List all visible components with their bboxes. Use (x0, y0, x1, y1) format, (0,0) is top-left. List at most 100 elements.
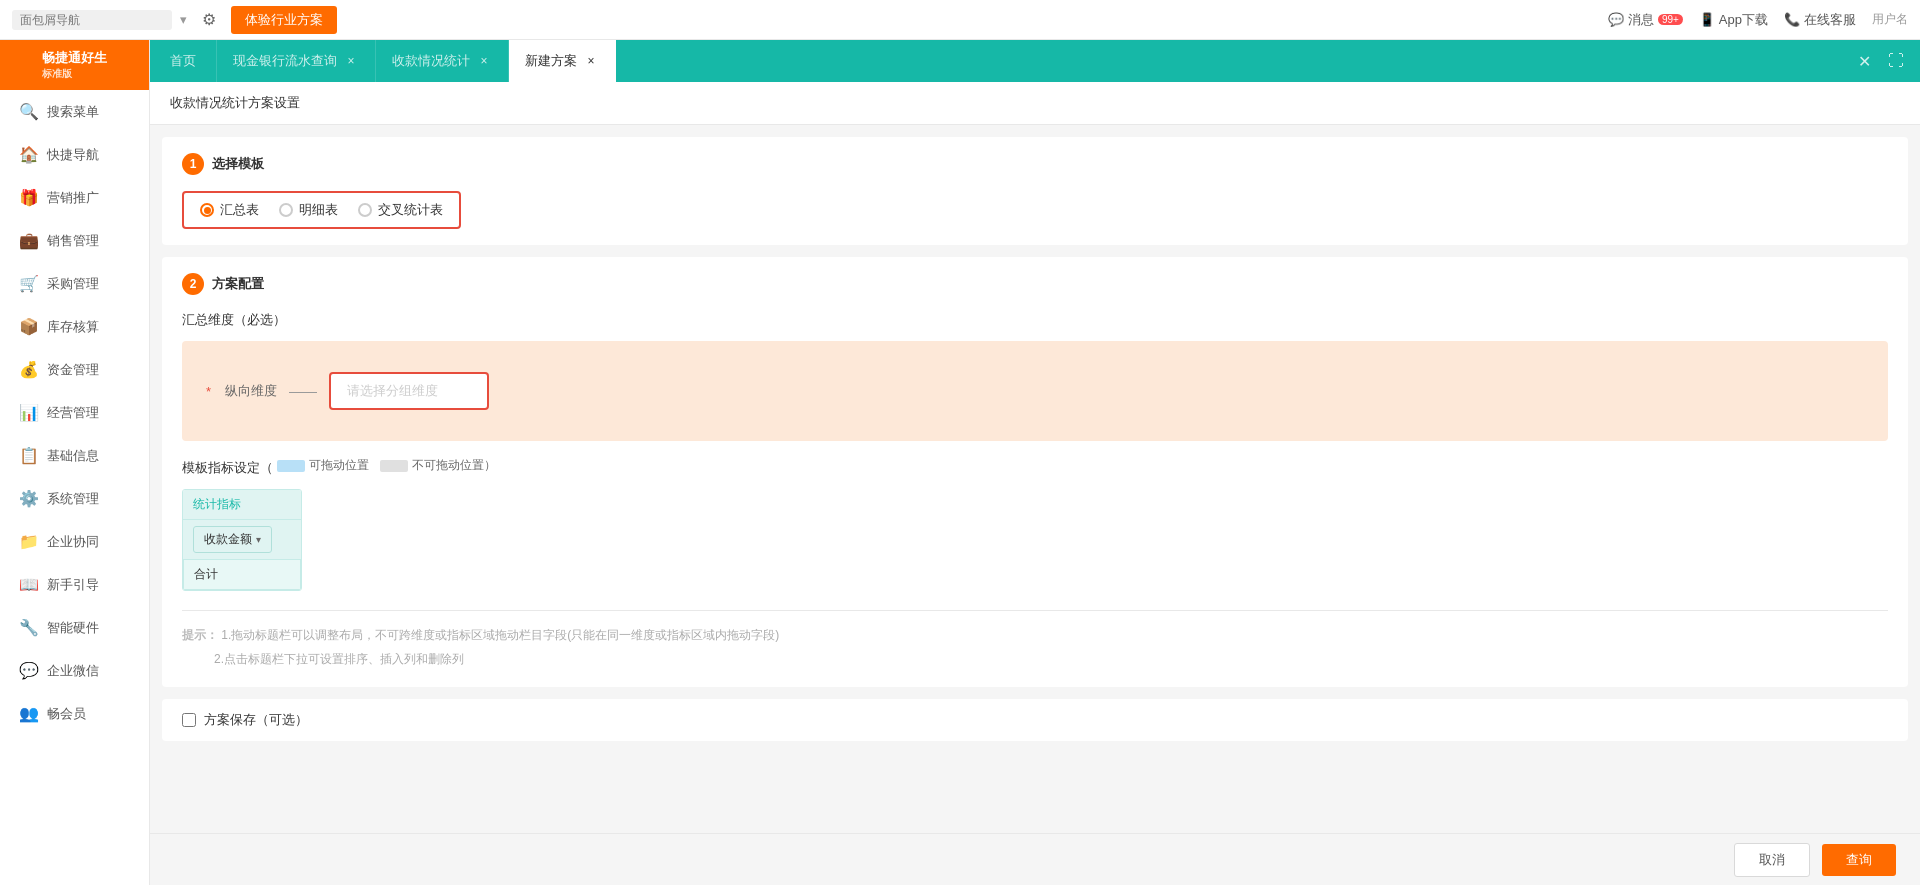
stat-title: 统计指标 (183, 490, 301, 520)
service-action[interactable]: 📞 在线客服 (1784, 11, 1856, 29)
tips-text1: 1.拖动标题栏可以调整布局，不可跨维度或指标区域拖动栏目字段(只能在同一维度或指… (221, 628, 779, 642)
tab-close-icon[interactable]: ✕ (1852, 49, 1876, 73)
cart-icon: 🛒 (19, 274, 39, 293)
tab-home-label: 首页 (170, 52, 196, 70)
fixed-legend: 不可拖动位置） (380, 457, 496, 474)
radio-detail-circle (279, 203, 293, 217)
tab-expand-icon[interactable]: ⛶ (1884, 49, 1908, 73)
sidebar-item-corp-wechat[interactable]: 💬 企业微信 (0, 649, 149, 692)
sidebar-label-quick-nav: 快捷导航 (47, 146, 99, 164)
save-checkbox[interactable] (182, 713, 196, 727)
metric-tag-amount[interactable]: 收款金额 ▾ (193, 526, 272, 553)
radio-detail[interactable]: 明细表 (279, 201, 338, 219)
tips-area: 提示： 1.拖动标题栏可以调整布局，不可跨维度或指标区域拖动栏目字段(只能在同一… (182, 610, 1888, 671)
sidebar-label-search-menu: 搜索菜单 (47, 103, 99, 121)
save-label: 方案保存（可选） (204, 711, 308, 729)
radio-cross-label: 交叉统计表 (378, 201, 443, 219)
metrics-legend-bar: 模板指标设定（ 可拖动位置 不可拖动位置） (182, 457, 1888, 477)
tab-bar: 首页 现金银行流水查询 × 收款情况统计 × 新建方案 × ✕ ⛶ (150, 40, 1920, 82)
sidebar-item-sales[interactable]: 💼 销售管理 (0, 219, 149, 262)
radio-cross[interactable]: 交叉统计表 (358, 201, 443, 219)
sidebar-label-marketing: 营销推广 (47, 189, 99, 207)
dim-select[interactable]: 请选择分组维度 (329, 372, 489, 410)
sidebar-item-new-guide[interactable]: 📖 新手引导 (0, 563, 149, 606)
tab-home[interactable]: 首页 (150, 40, 217, 82)
logo-sub: 标准版 (42, 67, 107, 81)
radio-summary-circle (200, 203, 214, 217)
sidebar-item-smart-hw[interactable]: 🔧 智能硬件 (0, 606, 149, 649)
tips-line1: 提示： 1.拖动标题栏可以调整布局，不可跨维度或指标区域拖动栏目字段(只能在同一… (182, 623, 1888, 647)
tab-bank-flow-close[interactable]: × (343, 53, 359, 69)
top-header: ▾ ⚙ 体验行业方案 💬 消息 99+ 📱 App下载 📞 在线客服 用户名 (0, 0, 1920, 40)
sidebar-item-member[interactable]: 👥 畅会员 (0, 692, 149, 735)
sidebar-label-corp-wechat: 企业微信 (47, 662, 99, 680)
sidebar-item-marketing[interactable]: 🎁 营销推广 (0, 176, 149, 219)
sidebar-logo: 畅捷通好生 标准版 (0, 40, 149, 90)
step2-num: 2 (182, 273, 204, 295)
sidebar-item-inventory[interactable]: 📦 库存核算 (0, 305, 149, 348)
step1-section: 1 选择模板 汇总表 明细表 (162, 137, 1908, 245)
message-label: 消息 (1628, 11, 1654, 29)
app-body: 畅捷通好生 标准版 🔍 搜索菜单 🏠 快捷导航 🎁 营销推广 💼 销售管理 (0, 40, 1920, 885)
sidebar-item-system[interactable]: ⚙️ 系统管理 (0, 477, 149, 520)
collab-icon: 📁 (19, 532, 39, 551)
dim-arrow-icon: —— (289, 383, 317, 399)
trial-button[interactable]: 体验行业方案 (231, 6, 337, 34)
dimension-area: * 纵向维度 —— 请选择分组维度 (182, 341, 1888, 441)
sidebar-label-smart-hw: 智能硬件 (47, 619, 99, 637)
tab-bank-flow[interactable]: 现金银行流水查询 × (217, 40, 376, 82)
header-left: ▾ ⚙ 体验行业方案 (12, 6, 1608, 34)
sidebar-item-purchase[interactable]: 🛒 采购管理 (0, 262, 149, 305)
page-content: 收款情况统计方案设置 1 选择模板 汇总表 (150, 82, 1920, 833)
draggable-box (277, 460, 305, 472)
chevron-down-icon[interactable]: ▾ (180, 12, 187, 27)
download-label: App下载 (1719, 11, 1768, 29)
step2-header: 2 方案配置 (182, 273, 1888, 295)
fixed-box (380, 460, 408, 472)
sidebar-item-funds[interactable]: 💰 资金管理 (0, 348, 149, 391)
sidebar-label-funds: 资金管理 (47, 361, 99, 379)
tab-receipts-stat[interactable]: 收款情况统计 × (376, 40, 509, 82)
page-title: 收款情况统计方案设置 (170, 95, 300, 110)
main-area: 首页 现金银行流水查询 × 收款情况统计 × 新建方案 × ✕ ⛶ (150, 40, 1920, 885)
radio-cross-circle (358, 203, 372, 217)
sidebar-item-corp-collab[interactable]: 📁 企业协同 (0, 520, 149, 563)
service-icon: 📞 (1784, 12, 1800, 27)
home-icon: 🏠 (19, 145, 39, 164)
step2-section: 2 方案配置 汇总维度（必选） * 纵向维度 —— 请选择分组维度 (162, 257, 1908, 687)
draggable-label: 可拖动位置 (309, 457, 369, 474)
cancel-button[interactable]: 取消 (1734, 843, 1810, 877)
download-action[interactable]: 📱 App下载 (1699, 11, 1768, 29)
query-button[interactable]: 查询 (1822, 844, 1896, 876)
sidebar-item-quick-nav[interactable]: 🏠 快捷导航 (0, 133, 149, 176)
dimension-title: 汇总维度（必选） (182, 311, 1888, 329)
sidebar-item-search-menu[interactable]: 🔍 搜索菜单 (0, 90, 149, 133)
sidebar-label-new-guide: 新手引导 (47, 576, 99, 594)
dim-row-label: 纵向维度 (225, 382, 277, 400)
page-inner: 收款情况统计方案设置 1 选择模板 汇总表 (150, 82, 1920, 833)
header-right: 💬 消息 99+ 📱 App下载 📞 在线客服 用户名 (1608, 11, 1908, 29)
sidebar: 畅捷通好生 标准版 🔍 搜索菜单 🏠 快捷导航 🎁 营销推广 💼 销售管理 (0, 40, 150, 885)
metrics-card: 统计指标 收款金额 ▾ 合计 (182, 489, 302, 591)
logo-text: 畅捷通好生 (42, 49, 107, 67)
step1-title: 选择模板 (212, 155, 264, 173)
fixed-label: 不可拖动位置） (412, 457, 496, 474)
inventory-icon: 📦 (19, 317, 39, 336)
tab-receipts-stat-close[interactable]: × (476, 53, 492, 69)
tips-line2: 2.点击标题栏下拉可设置排序、插入列和删除列 (182, 647, 1888, 671)
metrics-label: 模板指标设定（ (182, 460, 273, 475)
tab-new-plan-close[interactable]: × (583, 53, 599, 69)
sidebar-item-basic-info[interactable]: 📋 基础信息 (0, 434, 149, 477)
sidebar-label-system: 系统管理 (47, 490, 99, 508)
gear-icon[interactable]: ⚙ (195, 6, 223, 34)
sidebar-item-operations[interactable]: 📊 经营管理 (0, 391, 149, 434)
tips-title: 提示： (182, 628, 218, 642)
message-action[interactable]: 💬 消息 99+ (1608, 11, 1683, 29)
tab-new-plan[interactable]: 新建方案 × (509, 40, 616, 82)
radio-summary[interactable]: 汇总表 (200, 201, 259, 219)
tab-new-plan-label: 新建方案 (525, 52, 577, 70)
breadcrumb-input[interactable] (12, 10, 172, 30)
tips-text2: 2.点击标题栏下拉可设置排序、插入列和删除列 (182, 652, 464, 666)
radio-summary-label: 汇总表 (220, 201, 259, 219)
system-icon: ⚙️ (19, 489, 39, 508)
